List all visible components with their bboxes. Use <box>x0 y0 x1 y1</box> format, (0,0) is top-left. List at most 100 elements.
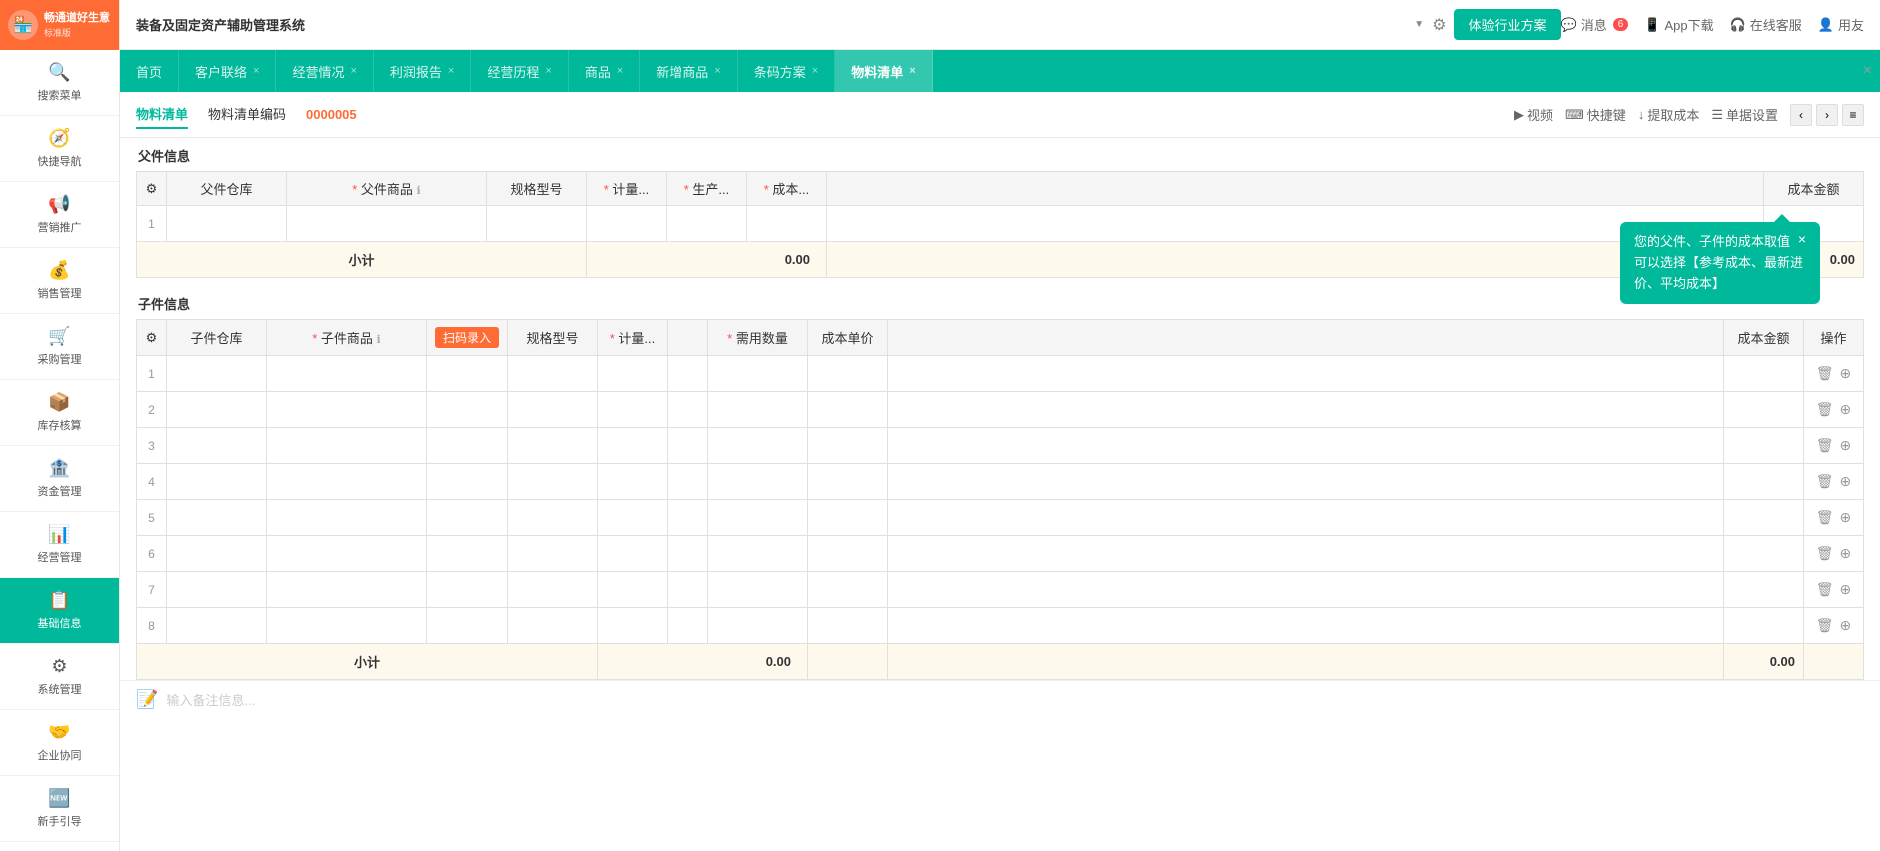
child-row-3-unit[interactable] <box>598 428 668 464</box>
sub-tab-bom[interactable]: 物料清单 <box>136 100 188 129</box>
delete-icon[interactable]: 🗑 <box>1816 365 1834 382</box>
delete-icon[interactable]: 🗑 <box>1816 617 1834 634</box>
sidebar-item-guide[interactable]: 🆕 新手引导 <box>0 776 119 842</box>
nav-tab-operations-close[interactable]: × <box>350 65 356 77</box>
user-action[interactable]: 👤 用友 <box>1818 15 1864 34</box>
child-row-5-product[interactable] <box>267 500 427 536</box>
child-row-4-spec[interactable] <box>508 464 598 500</box>
nav-tab-operations[interactable]: 经营情况 × <box>276 50 373 92</box>
child-row-7-product[interactable] <box>267 572 427 608</box>
child-row-3-qty[interactable] <box>708 428 808 464</box>
sidebar-item-enterprise[interactable]: 🤝 企业协同 <box>0 710 119 776</box>
system-title-arrow[interactable]: ▼ <box>1414 19 1424 30</box>
sidebar-item-finance[interactable]: 🏦 资金管理 <box>0 446 119 512</box>
child-row-6-spec[interactable] <box>508 536 598 572</box>
child-row-5-qty[interactable] <box>708 500 808 536</box>
nav-tab-customers-close[interactable]: × <box>253 65 259 77</box>
settings-gear-icon[interactable]: ⚙ <box>1432 15 1446 35</box>
sidebar-item-marketing[interactable]: 📢 营销推广 <box>0 182 119 248</box>
child-row-2-spec[interactable] <box>508 392 598 428</box>
copy-icon[interactable]: ⊕ <box>1840 581 1852 598</box>
nav-tab-goods[interactable]: 商品 × <box>569 50 640 92</box>
sidebar-item-quicknav[interactable]: 🧭 快捷导航 <box>0 116 119 182</box>
child-row-2-qty[interactable] <box>708 392 808 428</box>
sidebar-item-purchase[interactable]: 🛒 采购管理 <box>0 314 119 380</box>
child-row-6-product[interactable] <box>267 536 427 572</box>
child-row-6-qty[interactable] <box>708 536 808 572</box>
child-row-4-unit[interactable] <box>598 464 668 500</box>
child-row-2-unit-cost[interactable] <box>808 392 888 428</box>
nav-prev-btn[interactable]: ‹ <box>1790 104 1812 126</box>
parent-row-1-unit[interactable] <box>587 206 667 242</box>
delete-icon[interactable]: 🗑 <box>1816 509 1834 526</box>
child-row-2-product[interactable] <box>267 392 427 428</box>
copy-icon[interactable]: ⊕ <box>1840 545 1852 562</box>
parent-row-1-spec[interactable] <box>487 206 587 242</box>
tooltip-close-btn[interactable]: × <box>1798 232 1806 246</box>
nav-tab-newgoods[interactable]: 新增商品 × <box>640 50 737 92</box>
child-row-3-warehouse[interactable] <box>167 428 267 464</box>
child-row-7-warehouse[interactable] <box>167 572 267 608</box>
child-col-settings[interactable]: ⚙ <box>137 320 167 356</box>
global-close-btn[interactable]: × <box>1855 62 1880 80</box>
delete-icon[interactable]: 🗑 <box>1816 437 1834 454</box>
child-row-8-unit[interactable] <box>598 608 668 644</box>
child-row-8-unit-cost[interactable] <box>808 608 888 644</box>
copy-icon[interactable]: ⊕ <box>1840 437 1852 454</box>
delete-icon[interactable]: 🗑 <box>1816 581 1834 598</box>
scan-input-btn[interactable]: 扫码录入 <box>435 327 499 348</box>
nav-next-btn[interactable]: › <box>1816 104 1838 126</box>
child-row-3-spec[interactable] <box>508 428 598 464</box>
child-row-6-unit-cost[interactable] <box>808 536 888 572</box>
child-row-4-qty[interactable] <box>708 464 808 500</box>
sidebar-item-system[interactable]: ⚙ 系统管理 <box>0 644 119 710</box>
bottom-hint-text[interactable]: 输入备注信息... <box>166 690 255 709</box>
child-row-1-spec[interactable] <box>508 356 598 392</box>
child-row-7-spec[interactable] <box>508 572 598 608</box>
child-row-8-spec[interactable] <box>508 608 598 644</box>
copy-icon[interactable]: ⊕ <box>1840 365 1852 382</box>
nav-tab-profit[interactable]: 利润报告 × <box>374 50 471 92</box>
copy-icon[interactable]: ⊕ <box>1840 509 1852 526</box>
sidebar-item-inventory[interactable]: 📦 库存核算 <box>0 380 119 446</box>
child-row-8-warehouse[interactable] <box>167 608 267 644</box>
copy-icon[interactable]: ⊕ <box>1840 473 1852 490</box>
nav-tab-barcode[interactable]: 条码方案 × <box>738 50 835 92</box>
parent-row-1-cost[interactable] <box>747 206 827 242</box>
child-row-1-product[interactable] <box>267 356 427 392</box>
delete-icon[interactable]: 🗑 <box>1816 545 1834 562</box>
nav-tab-profit-close[interactable]: × <box>448 65 454 77</box>
child-row-8-product[interactable] <box>267 608 427 644</box>
child-row-1-unit[interactable] <box>598 356 668 392</box>
app-download-action[interactable]: 📱 App下载 <box>1644 15 1713 34</box>
nav-tab-history-close[interactable]: × <box>545 65 551 77</box>
nav-menu-btn[interactable]: ≡ <box>1842 104 1864 126</box>
child-row-5-spec[interactable] <box>508 500 598 536</box>
child-row-2-warehouse[interactable] <box>167 392 267 428</box>
child-row-6-unit[interactable] <box>598 536 668 572</box>
action-shortcut[interactable]: ⌨ 快捷键 <box>1565 105 1626 124</box>
child-row-6-warehouse[interactable] <box>167 536 267 572</box>
nav-tab-barcode-close[interactable]: × <box>812 65 818 77</box>
sidebar-item-basic[interactable]: 📋 基础信息 <box>0 578 119 644</box>
child-row-5-unit[interactable] <box>598 500 668 536</box>
child-row-4-product[interactable] <box>267 464 427 500</box>
child-row-3-product[interactable] <box>267 428 427 464</box>
child-row-5-unit-cost[interactable] <box>808 500 888 536</box>
nav-tab-bom-close[interactable]: × <box>909 65 915 77</box>
parent-row-1-warehouse[interactable] <box>167 206 287 242</box>
action-bill-settings[interactable]: ☰ 单据设置 <box>1711 105 1778 124</box>
online-service-action[interactable]: 🎧 在线客服 <box>1730 15 1802 34</box>
experience-button[interactable]: 体验行业方案 <box>1454 9 1560 40</box>
nav-tab-history[interactable]: 经营历程 × <box>471 50 568 92</box>
sidebar-item-operations[interactable]: 📊 经营管理 <box>0 512 119 578</box>
child-row-5-warehouse[interactable] <box>167 500 267 536</box>
child-row-1-warehouse[interactable] <box>167 356 267 392</box>
sidebar-item-search[interactable]: 🔍 搜索菜单 <box>0 50 119 116</box>
child-row-7-unit[interactable] <box>598 572 668 608</box>
copy-icon[interactable]: ⊕ <box>1840 617 1852 634</box>
child-row-1-qty[interactable] <box>708 356 808 392</box>
child-row-4-warehouse[interactable] <box>167 464 267 500</box>
action-video[interactable]: ▶ 视频 <box>1514 105 1553 124</box>
nav-tab-customers[interactable]: 客户联络 × <box>179 50 276 92</box>
